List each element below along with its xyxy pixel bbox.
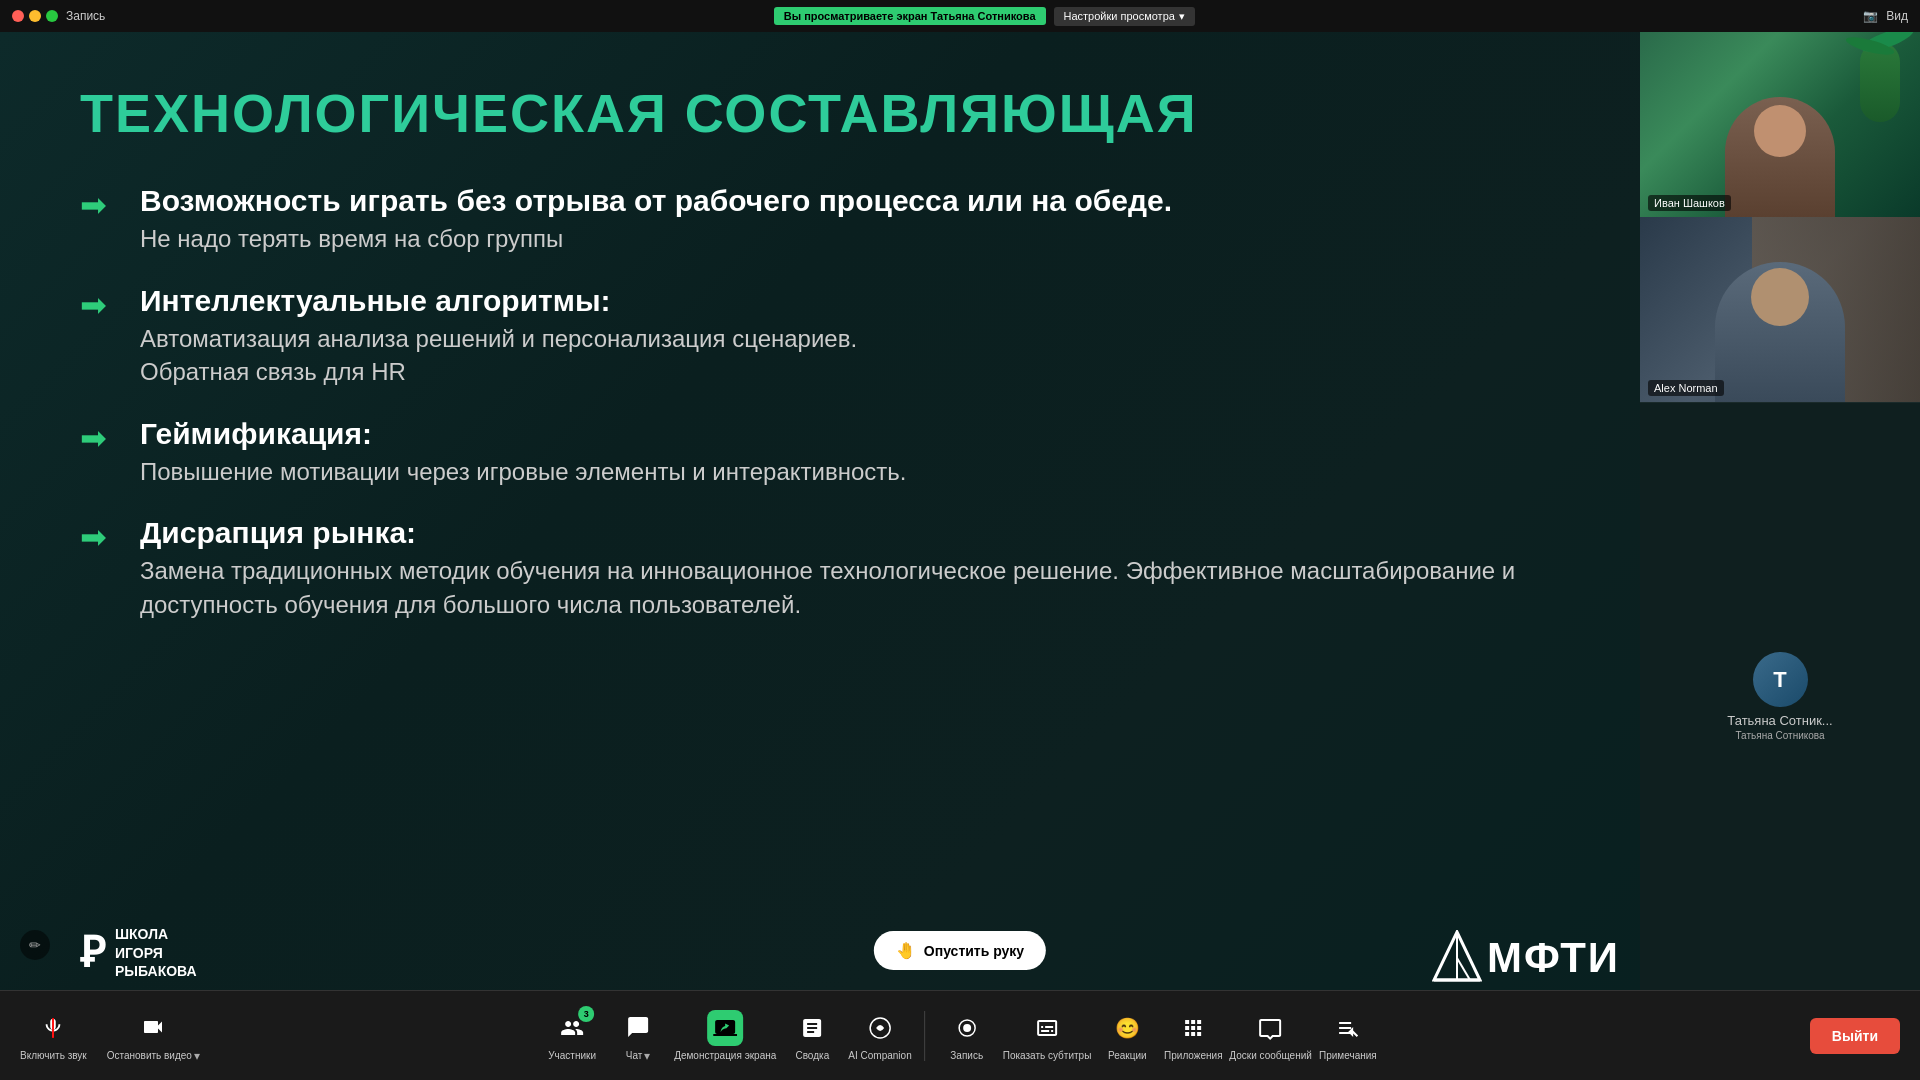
captions-label: Показать субтитры [1003,1050,1092,1061]
chat-button[interactable]: Чат ▾ [608,1009,668,1063]
whiteboard-button[interactable]: Доски сообщений [1229,1010,1312,1061]
topbar: Запись Вы просматриваете экран Татьяна С… [0,0,1920,32]
notes-label: Примечания [1319,1050,1377,1061]
ai-companion-button[interactable]: AI Companion [848,1010,911,1061]
participant-video-alex: Alex Norman [1640,217,1920,402]
whiteboard-label: Доски сообщений [1229,1050,1312,1061]
recording-label: Запись [66,9,105,23]
video-button[interactable]: Остановить видео ▾ [107,1009,200,1063]
presentation-area: ТЕХНОЛОГИЧЕСКАЯ СОСТАВЛЯЮЩАЯ ➡ Возможнос… [0,32,1640,990]
captions-icon [1029,1010,1065,1046]
participants-label: Участники [548,1050,596,1061]
lower-hand-label: Опустить руку [924,943,1024,959]
reactions-label: Реакции [1108,1050,1147,1061]
camera-icon: 📷 [1863,9,1878,23]
bullet-heading-2: Интеллектуальные алгоритмы: [140,284,1560,318]
arrow-icon-2: ➡ [80,286,120,324]
bullet-item-2: ➡ Интеллектуальные алгоритмы: Автоматиза… [80,284,1560,389]
view-settings-button[interactable]: Настройки просмотра ▾ [1054,7,1195,26]
chat-icon [620,1009,656,1045]
share-screen-label: Демонстрация экрана [674,1050,776,1061]
chat-label: Чат [626,1050,643,1061]
bullet-item-1: ➡ Возможность играть без отрыва от рабоч… [80,184,1560,256]
view-settings-label: Настройки просмотра [1064,10,1175,22]
captions-button[interactable]: Показать субтитры [1003,1010,1092,1061]
mfti-logo: МФТИ [1432,930,1620,985]
video-icon [135,1009,171,1045]
tatiana-initial: Т [1753,652,1808,707]
share-screen-icon [707,1010,743,1046]
bullet-heading-4: Дисрапция рынка: [140,516,1560,550]
mfti-text: МФТИ [1487,934,1620,982]
chevron-down-icon: ▾ [1179,10,1185,23]
ai-companion-icon [862,1010,898,1046]
arrow-icon-4: ➡ [80,518,120,556]
reactions-icon: 😊 [1109,1010,1145,1046]
mute-label: Включить звук [20,1050,87,1061]
ryabkov-logo-text: ШКОЛА ИГОРЯ РЫБАКОВА [115,925,197,980]
notes-button[interactable]: Примечания [1318,1010,1378,1061]
bullet-heading-1: Возможность играть без отрыва от рабочег… [140,184,1560,218]
summary-label: Сводка [795,1050,829,1061]
summary-button[interactable]: Сводка [782,1010,842,1061]
participant-tile-tatiana: Т Татьяна Сотник... Татьяна Сотникова [1640,402,1920,990]
bullet-sub-2: Автоматизация анализа решений и персонал… [140,322,1560,389]
bullet-sub-1: Не надо терять время на сбор группы [140,222,1560,256]
school-logo: Ꝑ ШКОЛА ИГОРЯ РЫБАКОВА [80,925,197,980]
viewing-badge: Вы просматриваете экран Татьяна Сотников… [774,7,1046,25]
whiteboard-icon [1253,1010,1289,1046]
video-label: Остановить видео [107,1050,192,1061]
video-dropdown-icon[interactable]: ▾ [194,1049,200,1063]
reactions-button[interactable]: 😊 Реакции [1097,1010,1157,1061]
hand-emoji: 🤚 [896,941,916,960]
traffic-lights [12,10,58,22]
arrow-icon-3: ➡ [80,419,120,457]
view-label: Вид [1886,9,1908,23]
mute-button[interactable]: Включить звук [20,1010,87,1061]
toolbar: Включить звук Остановить видео ▾ 3 Участ… [0,990,1920,1080]
record-icon [949,1010,985,1046]
participant-name-alex: Alex Norman [1648,380,1724,396]
lower-hand-button[interactable]: 🤚 Опустить руку [874,931,1046,970]
share-screen-button[interactable]: Демонстрация экрана [674,1010,776,1061]
bullet-item-4: ➡ Дисрапция рынка: Замена традиционных м… [80,516,1560,621]
participants-icon: 3 [554,1010,590,1046]
apps-label: Приложения [1164,1050,1223,1061]
pen-icon[interactable]: ✏ [20,930,50,960]
microphone-icon [35,1010,71,1046]
end-meeting-button[interactable]: Выйти [1810,1018,1900,1054]
close-window-button[interactable] [12,10,24,22]
bullet-sub-4: Замена традиционных методик обучения на … [140,554,1560,621]
participants-count: 3 [578,1006,594,1022]
bullet-heading-3: Геймификация: [140,417,1560,451]
sidebar: Иван Шашков Alex Norman Т Татьяна Сотник… [1640,32,1920,990]
ai-companion-label: AI Companion [848,1050,911,1061]
fullscreen-window-button[interactable] [46,10,58,22]
notes-icon [1330,1010,1366,1046]
record-button[interactable]: Запись [937,1010,997,1061]
apps-icon [1175,1010,1211,1046]
bullet-item-3: ➡ Геймификация: Повышение мотивации чере… [80,417,1560,489]
bullet-sub-3: Повышение мотивации через игровые элемен… [140,455,1560,489]
apps-button[interactable]: Приложения [1163,1010,1223,1061]
toolbar-divider [924,1011,925,1061]
chat-dropdown-icon[interactable]: ▾ [644,1049,650,1063]
participant-name-ivan: Иван Шашков [1648,195,1731,211]
tatiana-full-name: Татьяна Сотникова [1735,730,1824,741]
svg-point-5 [963,1024,971,1032]
participants-button[interactable]: 3 Участники [542,1010,602,1061]
tatiana-display-name: Татьяна Сотник... [1727,713,1832,728]
participant-video-ivan: Иван Шашков [1640,32,1920,217]
arrow-icon-1: ➡ [80,186,120,224]
minimize-window-button[interactable] [29,10,41,22]
record-label: Запись [950,1050,983,1061]
slide-title: ТЕХНОЛОГИЧЕСКАЯ СОСТАВЛЯЮЩАЯ [80,82,1560,144]
summary-icon [794,1010,830,1046]
ryabkov-logo-icon: Ꝑ [80,928,105,977]
mfti-logo-icon [1432,930,1482,985]
